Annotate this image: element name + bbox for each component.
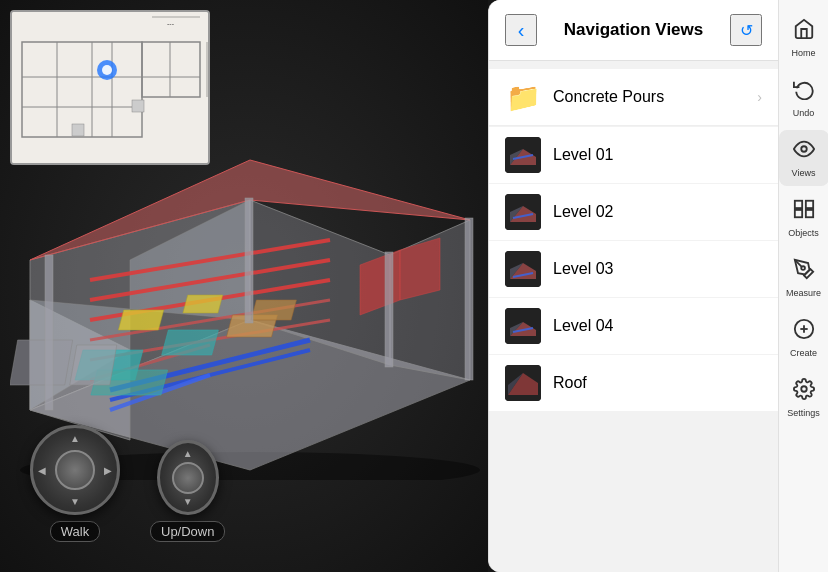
toolbar-settings-label: Settings	[787, 408, 820, 418]
right-toolbar: Home Undo Views Objects	[778, 0, 828, 572]
svg-rect-70	[805, 201, 812, 208]
svg-rect-42	[70, 345, 117, 385]
level-01-label: Level 01	[553, 146, 762, 164]
walk-control-group: ▲ ▼ ◀ ▶ Walk	[30, 425, 120, 542]
level-04-thumb	[505, 308, 541, 344]
controls-container: ▲ ▼ ◀ ▶ Walk ▲ ▼ Up/Down	[30, 425, 225, 542]
toolbar-views-label: Views	[792, 168, 816, 178]
svg-rect-48	[465, 218, 473, 380]
svg-marker-44	[400, 238, 440, 300]
nav-item-level-03[interactable]: Level 03	[489, 241, 778, 297]
toolbar-create[interactable]: Create	[779, 310, 829, 366]
walk-arrows: ▲ ▼ ◀ ▶	[33, 428, 117, 512]
level-02-label: Level 02	[553, 203, 762, 221]
svg-point-77	[801, 386, 807, 392]
roof-thumb	[505, 365, 541, 401]
svg-rect-69	[794, 201, 801, 208]
svg-rect-40	[251, 300, 296, 320]
nav-panel-title: Navigation Views	[537, 20, 730, 40]
nav-item-level-04[interactable]: Level 04	[489, 298, 778, 354]
nav-header: ‹ Navigation Views ↺	[489, 0, 778, 61]
svg-rect-38	[183, 295, 223, 313]
updown-arrows: ▲ ▼	[160, 443, 216, 512]
level-03-label: Level 03	[553, 260, 762, 278]
svg-point-73	[801, 266, 805, 270]
level-02-thumb	[505, 194, 541, 230]
svg-point-68	[801, 146, 807, 152]
toolbar-objects-label: Objects	[788, 228, 819, 238]
updown-joystick[interactable]: ▲ ▼	[157, 440, 219, 515]
nav-item-level-02[interactable]: Level 02	[489, 184, 778, 240]
svg-rect-37	[118, 310, 163, 330]
walk-label: Walk	[50, 521, 100, 542]
toolbar-objects[interactable]: Objects	[779, 190, 829, 246]
create-icon	[793, 318, 815, 345]
svg-rect-35	[162, 330, 219, 355]
nav-item-concrete-pours[interactable]: 📁 Concrete Pours ›	[489, 69, 778, 126]
toolbar-measure-label: Measure	[786, 288, 821, 298]
ud-arrow-down-icon: ▼	[183, 496, 193, 507]
objects-icon	[793, 198, 815, 225]
chevron-right-icon: ›	[757, 89, 762, 105]
measure-icon	[793, 258, 815, 285]
nav-item-level-01[interactable]: Level 01	[489, 127, 778, 183]
svg-rect-71	[794, 210, 801, 217]
arrow-left-icon: ◀	[38, 465, 46, 476]
arrow-right-icon: ▶	[104, 465, 112, 476]
nav-back-button[interactable]: ‹	[505, 14, 537, 46]
svg-rect-45	[45, 255, 53, 410]
svg-rect-41	[10, 340, 73, 385]
walk-joystick[interactable]: ▲ ▼ ◀ ▶	[30, 425, 120, 515]
nav-list: 📁 Concrete Pours › Level 01	[489, 61, 778, 572]
concrete-pours-label: Concrete Pours	[553, 88, 745, 106]
toolbar-home-label: Home	[791, 48, 815, 58]
updown-control-group: ▲ ▼ Up/Down	[150, 440, 225, 542]
svg-rect-47	[385, 252, 393, 367]
level-01-thumb	[505, 137, 541, 173]
viewport: ---	[0, 0, 488, 572]
nav-item-roof[interactable]: Roof	[489, 355, 778, 411]
toolbar-home[interactable]: Home	[779, 10, 829, 66]
toolbar-undo[interactable]: Undo	[779, 70, 829, 126]
toolbar-views[interactable]: Views	[779, 130, 829, 186]
roof-label: Roof	[553, 374, 762, 392]
svg-rect-46	[245, 198, 253, 323]
nav-refresh-button[interactable]: ↺	[730, 14, 762, 46]
arrow-down-icon: ▼	[70, 496, 80, 507]
ud-arrow-up-icon: ▲	[183, 448, 193, 459]
arrow-up-icon: ▲	[70, 433, 80, 444]
toolbar-measure[interactable]: Measure	[779, 250, 829, 306]
folder-icon: 📁	[506, 81, 541, 114]
toolbar-settings[interactable]: Settings	[779, 370, 829, 426]
settings-icon	[793, 378, 815, 405]
svg-rect-72	[805, 210, 812, 217]
folder-icon-container: 📁	[505, 79, 541, 115]
level-03-thumb	[505, 251, 541, 287]
updown-label: Up/Down	[150, 521, 225, 542]
toolbar-undo-label: Undo	[793, 108, 815, 118]
nav-panel: ‹ Navigation Views ↺ 📁 Concrete Pours › …	[488, 0, 778, 572]
views-icon	[793, 138, 815, 165]
undo-icon	[793, 78, 815, 105]
toolbar-create-label: Create	[790, 348, 817, 358]
level-04-label: Level 04	[553, 317, 762, 335]
home-icon	[793, 18, 815, 45]
